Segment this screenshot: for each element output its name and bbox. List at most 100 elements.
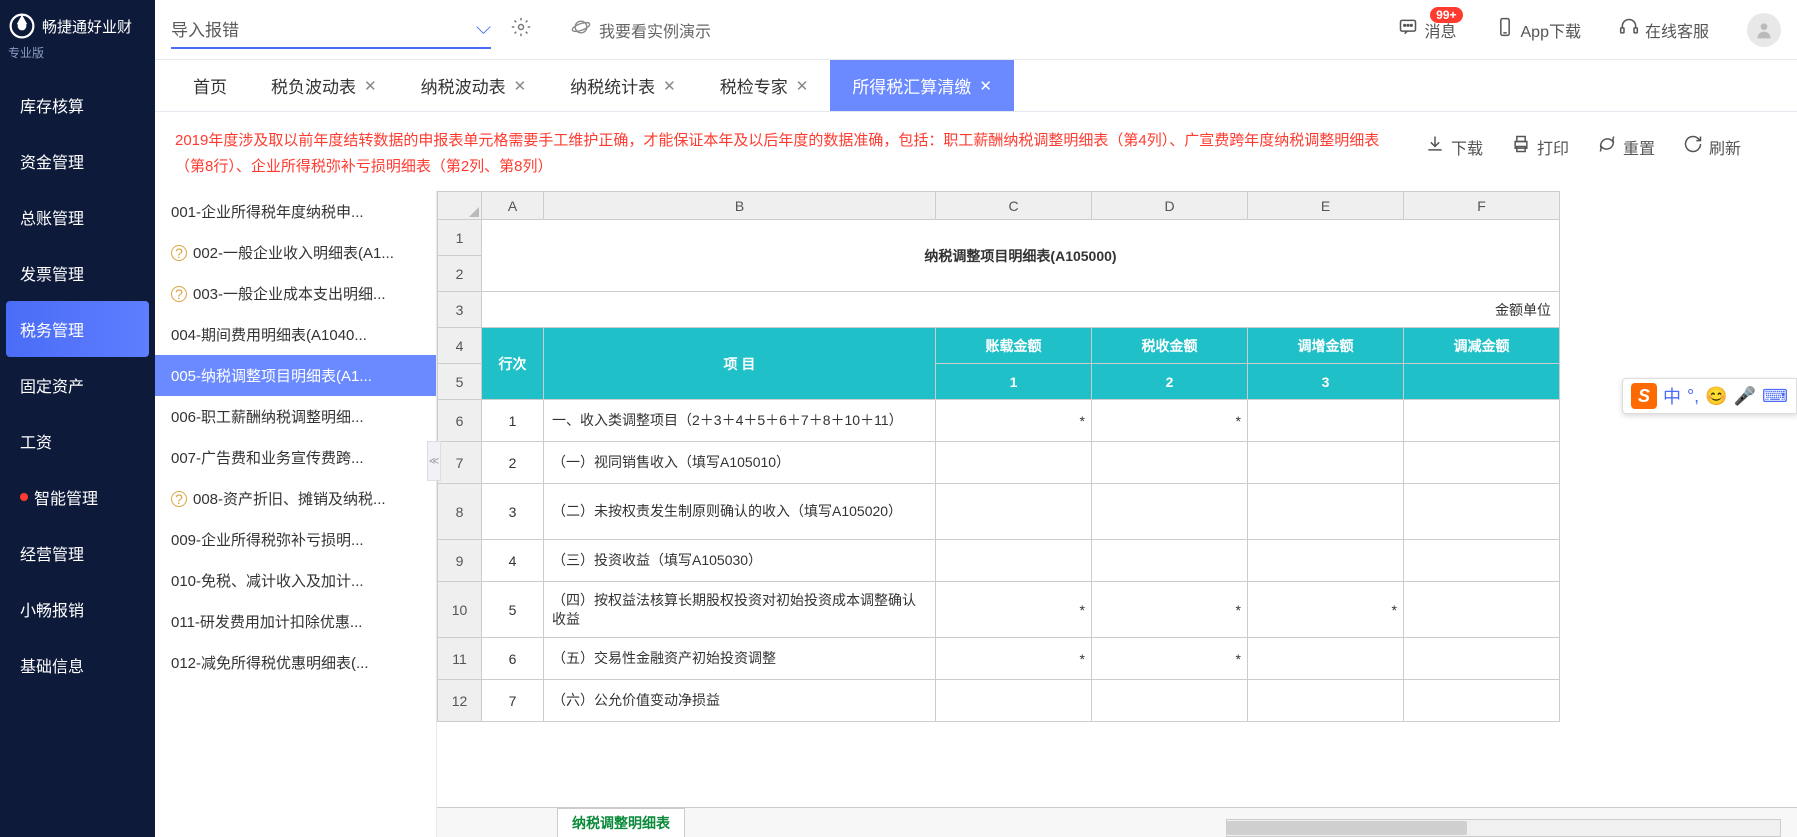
table-row[interactable]: 105（四）按权益法核算长期股权投资对初始投资成本调整确认收益*** bbox=[438, 582, 1560, 638]
cell-item[interactable]: （五）交易性金融资产初始投资调整 bbox=[544, 638, 936, 680]
report-list-item[interactable]: 006-职工薪酬纳税调整明细... bbox=[155, 396, 436, 437]
row-header[interactable]: 1 bbox=[438, 220, 482, 256]
cell-value[interactable] bbox=[1092, 484, 1248, 540]
scrollbar-thumb[interactable] bbox=[1227, 821, 1467, 835]
close-icon[interactable]: ✕ bbox=[514, 77, 527, 95]
demo-link[interactable]: 我要看实例演示 bbox=[571, 17, 711, 42]
cell-item[interactable]: （四）按权益法核算长期股权投资对初始投资成本调整确认收益 bbox=[544, 582, 936, 638]
cell-value[interactable] bbox=[1092, 680, 1248, 722]
close-icon[interactable]: ✕ bbox=[663, 77, 676, 95]
sheet-tab[interactable]: 纳税调整明细表 bbox=[557, 808, 685, 837]
report-list-item[interactable]: ?008-资产折旧、摊销及纳税... bbox=[155, 478, 436, 519]
report-list-item[interactable]: 010-免税、减计收入及加计... bbox=[155, 560, 436, 601]
print-button[interactable]: 打印 bbox=[1511, 134, 1569, 159]
cell-value[interactable] bbox=[1404, 680, 1560, 722]
sidebar-item[interactable]: 小畅报销 bbox=[0, 581, 155, 637]
cell-value[interactable] bbox=[1404, 540, 1560, 582]
sidebar-item[interactable]: 工资 bbox=[0, 413, 155, 469]
tab[interactable]: 税检专家✕ bbox=[698, 60, 831, 111]
col-header[interactable]: A bbox=[482, 192, 544, 220]
tab[interactable]: 纳税波动表✕ bbox=[399, 60, 549, 111]
cell-value[interactable] bbox=[1404, 582, 1560, 638]
row-header[interactable]: 10 bbox=[438, 582, 482, 638]
col-header[interactable]: E bbox=[1248, 192, 1404, 220]
report-list-item[interactable]: ?003-一般企业成本支出明细... bbox=[155, 273, 436, 314]
cell-value[interactable] bbox=[1248, 484, 1404, 540]
cell-rownum[interactable]: 1 bbox=[482, 400, 544, 442]
reset-button[interactable]: 重置 bbox=[1597, 134, 1655, 159]
col-header[interactable]: F bbox=[1404, 192, 1560, 220]
sidebar-item[interactable]: 总账管理 bbox=[0, 189, 155, 245]
download-button[interactable]: 下载 bbox=[1425, 134, 1483, 159]
cell-value[interactable]: * bbox=[936, 638, 1092, 680]
cell-value[interactable] bbox=[936, 484, 1092, 540]
table-row[interactable]: 72（一）视同销售收入（填写A105010） bbox=[438, 442, 1560, 484]
sidebar-item[interactable]: 资金管理 bbox=[0, 133, 155, 189]
cell-item[interactable]: （一）视同销售收入（填写A105010） bbox=[544, 442, 936, 484]
cell-rownum[interactable]: 3 bbox=[482, 484, 544, 540]
col-header[interactable]: D bbox=[1092, 192, 1248, 220]
cell-rownum[interactable]: 7 bbox=[482, 680, 544, 722]
table-row[interactable]: 83（二）未按权责发生制原则确认的收入（填写A105020） bbox=[438, 484, 1560, 540]
table-row[interactable]: 116（五）交易性金融资产初始投资调整** bbox=[438, 638, 1560, 680]
cell-value[interactable]: * bbox=[1092, 400, 1248, 442]
report-list-item[interactable]: 009-企业所得税弥补亏损明... bbox=[155, 519, 436, 560]
cell-value[interactable] bbox=[1248, 540, 1404, 582]
ime-mic-icon[interactable]: 🎤 bbox=[1734, 386, 1756, 407]
cell-value[interactable] bbox=[1404, 484, 1560, 540]
row-header[interactable]: 2 bbox=[438, 256, 482, 292]
cell-value[interactable]: * bbox=[1092, 638, 1248, 680]
report-list-item[interactable]: 012-减免所得税优惠明细表(... bbox=[155, 642, 436, 683]
table-row[interactable]: 61一、收入类调整项目（2＋3＋4＋5＋6＋7＋8＋10＋11）** bbox=[438, 400, 1560, 442]
service-button[interactable]: 在线客服 bbox=[1619, 17, 1709, 42]
cell-value[interactable] bbox=[1404, 400, 1560, 442]
tab[interactable]: 税负波动表✕ bbox=[249, 60, 399, 111]
ime-keyboard-icon[interactable]: ⌨ bbox=[1762, 386, 1788, 407]
sidebar-item[interactable]: 发票管理 bbox=[0, 245, 155, 301]
cell-value[interactable] bbox=[1092, 540, 1248, 582]
cell-item[interactable]: （六）公允价值变动净损益 bbox=[544, 680, 936, 722]
cell-value[interactable] bbox=[1248, 638, 1404, 680]
row-header[interactable]: 7 bbox=[438, 442, 482, 484]
table-row[interactable]: 94（三）投资收益（填写A105030） bbox=[438, 540, 1560, 582]
gear-icon[interactable] bbox=[511, 17, 531, 43]
cell-rownum[interactable]: 6 bbox=[482, 638, 544, 680]
sidebar-item[interactable]: 基础信息 bbox=[0, 637, 155, 693]
cell-item[interactable]: （二）未按权责发生制原则确认的收入（填写A105020） bbox=[544, 484, 936, 540]
ime-emoji-icon[interactable]: 😊 bbox=[1705, 386, 1727, 407]
sidebar-item[interactable]: 固定资产 bbox=[0, 357, 155, 413]
report-list-item[interactable]: 005-纳税调整项目明细表(A1... bbox=[155, 355, 436, 396]
sidebar-item[interactable]: 智能管理 bbox=[0, 469, 155, 525]
ime-punct-icon[interactable]: °, bbox=[1687, 386, 1699, 407]
cell-value[interactable] bbox=[1248, 680, 1404, 722]
sidebar-item[interactable]: 税务管理 bbox=[6, 301, 149, 357]
cell-value[interactable] bbox=[936, 680, 1092, 722]
report-list-item[interactable]: ?002-一般企业收入明细表(A1... bbox=[155, 232, 436, 273]
spreadsheet[interactable]: A B C D E F 1纳税调整项目明细表(A105000)23金额单位4行次… bbox=[437, 191, 1797, 837]
row-header[interactable]: 3 bbox=[438, 292, 482, 328]
sidebar-item[interactable]: 库存核算 bbox=[0, 77, 155, 133]
cell-rownum[interactable]: 2 bbox=[482, 442, 544, 484]
cell-value[interactable]: * bbox=[936, 400, 1092, 442]
row-header[interactable]: 8 bbox=[438, 484, 482, 540]
refresh-button[interactable]: 刷新 bbox=[1683, 134, 1741, 159]
col-header[interactable]: B bbox=[544, 192, 936, 220]
report-list-item[interactable]: 011-研发费用加计扣除优惠... bbox=[155, 601, 436, 642]
ime-logo-icon[interactable]: S bbox=[1631, 383, 1657, 409]
report-list-item[interactable]: 004-期间费用明细表(A1040... bbox=[155, 314, 436, 355]
row-header[interactable]: 6 bbox=[438, 400, 482, 442]
table-row[interactable]: 127（六）公允价值变动净损益 bbox=[438, 680, 1560, 722]
ime-toolbar[interactable]: S 中 °, 😊 🎤 ⌨ bbox=[1622, 378, 1797, 414]
sidebar-item[interactable]: 经营管理 bbox=[0, 525, 155, 581]
cell-value[interactable] bbox=[1404, 442, 1560, 484]
tab[interactable]: 纳税统计表✕ bbox=[548, 60, 698, 111]
cell-value[interactable]: * bbox=[1248, 582, 1404, 638]
col-header[interactable]: C bbox=[936, 192, 1092, 220]
row-header[interactable]: 11 bbox=[438, 638, 482, 680]
tab[interactable]: 所得税汇算清缴✕ bbox=[830, 60, 1014, 111]
cell-rownum[interactable]: 5 bbox=[482, 582, 544, 638]
horizontal-scrollbar[interactable] bbox=[1226, 819, 1781, 837]
cell-value[interactable] bbox=[1092, 442, 1248, 484]
app-download-button[interactable]: App下载 bbox=[1495, 17, 1581, 42]
cell-value[interactable] bbox=[936, 442, 1092, 484]
